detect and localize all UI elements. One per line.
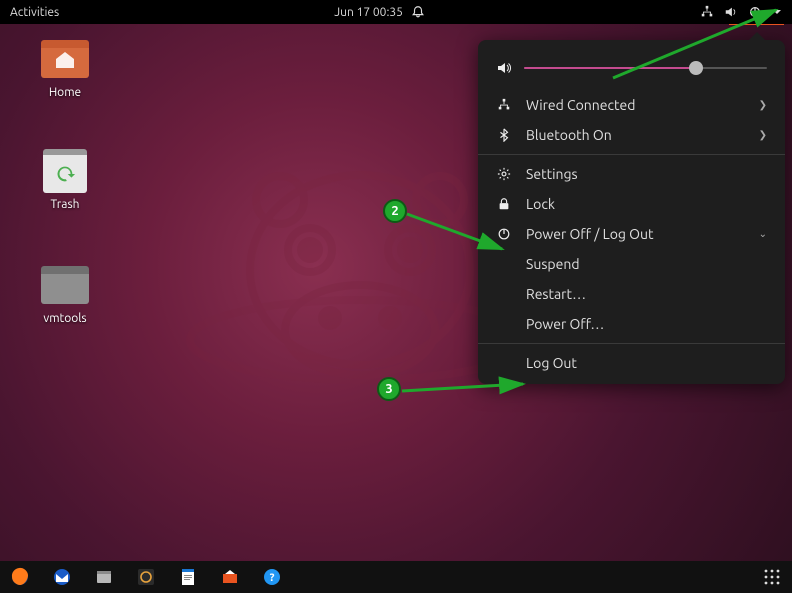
trash-icon <box>43 149 87 193</box>
menu-item-suspend[interactable]: Suspend <box>478 249 785 279</box>
menu-separator <box>478 154 785 155</box>
volume-slider[interactable] <box>524 61 767 75</box>
menu-item-label: Power Off… <box>526 316 767 332</box>
menu-item-lock[interactable]: Lock <box>478 189 785 219</box>
svg-text:?: ? <box>270 572 275 584</box>
menu-item-label: Power Off / Log Out <box>526 226 745 242</box>
folder-icon <box>41 40 89 78</box>
status-area[interactable] <box>700 5 792 19</box>
menu-item-restart[interactable]: Restart… <box>478 279 785 309</box>
lock-icon <box>496 197 512 211</box>
desktop-icon-label: Home <box>30 86 100 99</box>
menu-item-label: Wired Connected <box>526 97 745 113</box>
notification-icon[interactable] <box>411 5 425 19</box>
dock-item-firefox[interactable] <box>10 567 30 587</box>
menu-item-poweroff[interactable]: Power Off… <box>478 309 785 339</box>
desktop-icon-label: vmtools <box>30 312 100 325</box>
menu-item-label: Settings <box>526 166 767 182</box>
dock-item-rhythmbox[interactable] <box>136 567 156 587</box>
dock-item-files[interactable] <box>94 567 114 587</box>
power-icon <box>748 5 762 19</box>
menu-item-logout[interactable]: Log Out <box>478 348 785 378</box>
dock-item-writer[interactable] <box>178 567 198 587</box>
menu-separator <box>478 343 785 344</box>
chevron-down-icon <box>772 5 782 19</box>
desktop-icon-home[interactable]: Home <box>30 36 100 99</box>
dock: ? <box>0 561 792 593</box>
menu-item-label: Restart… <box>526 286 767 302</box>
dock-item-help[interactable]: ? <box>262 567 282 587</box>
menu-item-settings[interactable]: Settings <box>478 159 785 189</box>
chevron-right-icon: ❯ <box>759 129 767 141</box>
volume-icon <box>724 5 738 19</box>
chevron-right-icon: ❯ <box>759 99 767 111</box>
menu-item-bluetooth[interactable]: Bluetooth On ❯ <box>478 120 785 150</box>
speaker-icon <box>496 60 512 76</box>
menu-item-label: Log Out <box>526 355 767 371</box>
menu-item-label: Lock <box>526 196 767 212</box>
chevron-down-icon: ⌄ <box>759 228 767 240</box>
desktop-icon-folder[interactable]: vmtools <box>30 262 100 325</box>
system-menu: Wired Connected ❯ Bluetooth On ❯ Setting… <box>478 40 785 384</box>
power-icon <box>496 227 512 241</box>
dock-item-show-apps[interactable] <box>762 567 782 587</box>
top-bar: Activities Jun 17 00:35 <box>0 0 792 24</box>
dock-item-thunderbird[interactable] <box>52 567 72 587</box>
menu-item-label: Bluetooth On <box>526 127 745 143</box>
network-icon <box>496 98 512 112</box>
slider-fill <box>524 67 694 69</box>
annotation-badge-2: 2 <box>383 199 407 223</box>
menu-item-label: Suspend <box>526 256 767 272</box>
activities-button[interactable]: Activities <box>0 6 59 19</box>
desktop-icon-label: Trash <box>30 198 100 211</box>
menu-item-power[interactable]: Power Off / Log Out ⌄ <box>478 219 785 249</box>
slider-thumb[interactable] <box>689 61 703 75</box>
annotation-badge-3: 3 <box>377 377 401 401</box>
menu-item-wired[interactable]: Wired Connected ❯ <box>478 90 785 120</box>
network-icon <box>700 5 714 19</box>
gear-icon <box>496 167 512 181</box>
bluetooth-icon <box>496 128 512 142</box>
folder-icon <box>41 266 89 304</box>
volume-row <box>478 46 785 90</box>
desktop-icon-trash[interactable]: Trash <box>30 148 100 211</box>
clock[interactable]: Jun 17 00:35 <box>334 6 403 19</box>
dock-item-software[interactable] <box>220 567 240 587</box>
